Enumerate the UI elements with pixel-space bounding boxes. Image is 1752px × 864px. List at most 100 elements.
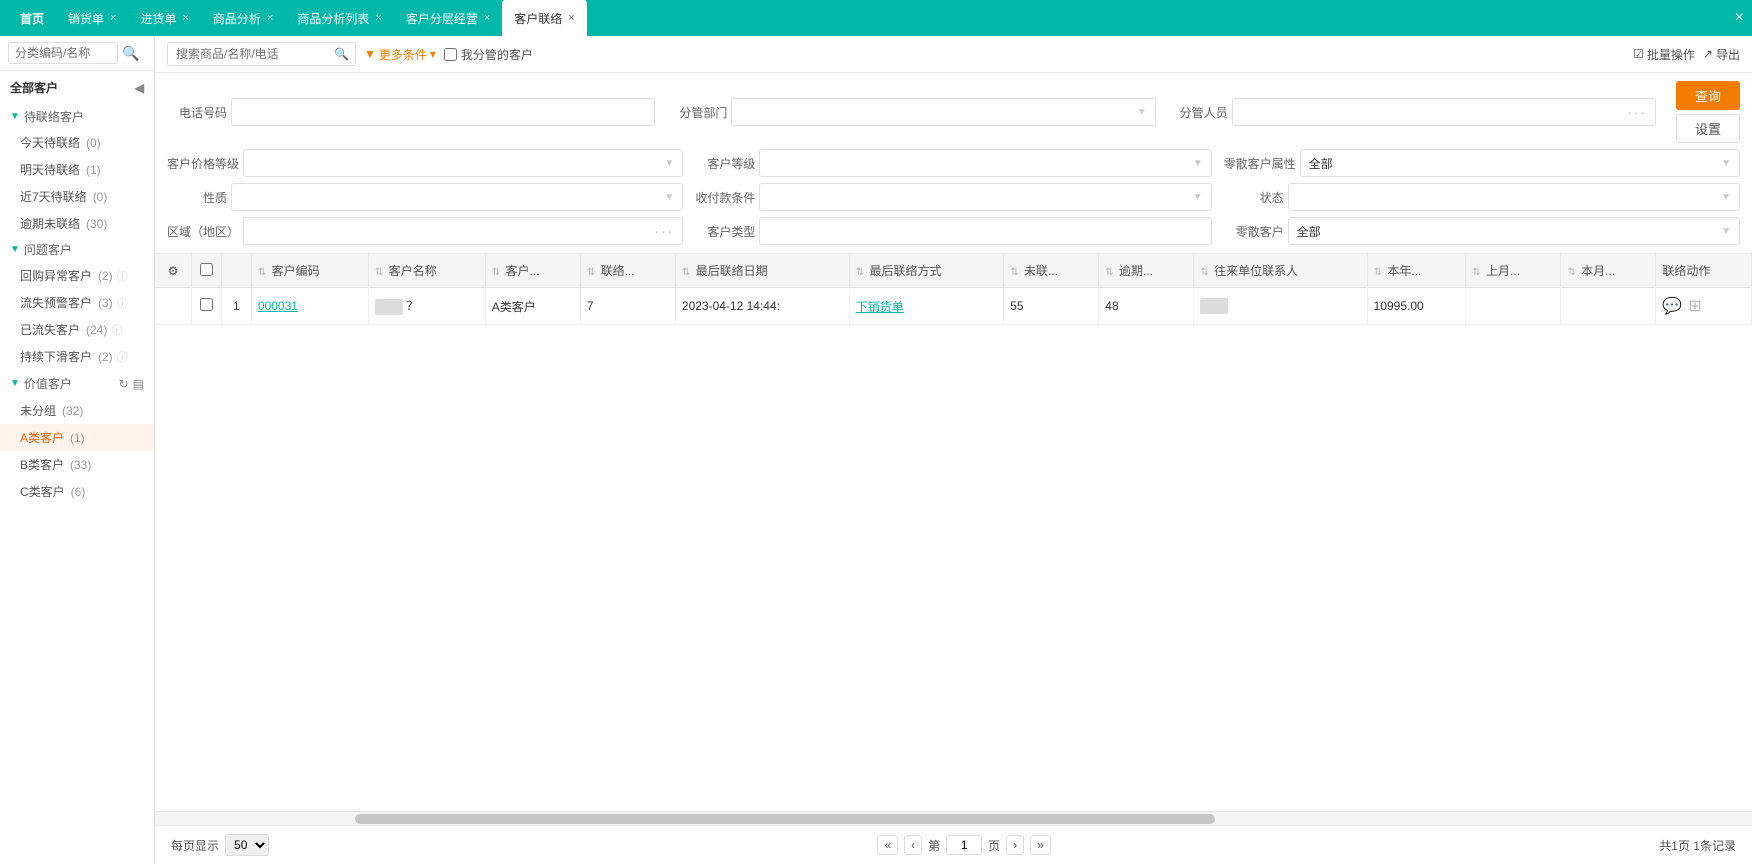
sidebar-item-churned[interactable]: 已流失客户 (24) ⓘ	[0, 316, 154, 343]
col-this-month-label: 本月...	[1581, 264, 1615, 278]
home-tab-label: 首页	[20, 10, 44, 27]
sidebar-item-a-class[interactable]: A类客户 (1)	[0, 424, 154, 451]
value-customers-group[interactable]: ▼ 价值客户 ↻ ▤	[0, 370, 154, 397]
col-year-amount-label: 本年...	[1387, 264, 1421, 278]
col-settings[interactable]: ⚙	[155, 254, 191, 288]
row-num-cell: 1	[221, 288, 251, 325]
sidebar-item-today[interactable]: 今天待联络 (0)	[0, 129, 154, 156]
c-class-count: (6)	[71, 485, 86, 499]
col-name: ⇅ 客户名称	[368, 254, 485, 288]
filter-search-input[interactable]	[168, 43, 328, 65]
row-code[interactable]: 000031	[258, 299, 298, 313]
analysis-tab-label: 商品分析	[213, 10, 261, 27]
per-page-select[interactable]: 50	[225, 834, 269, 856]
filter-search-icon[interactable]: 🔍	[328, 43, 355, 65]
value-refresh-icon[interactable]: ↻	[119, 377, 129, 391]
row-actions: 💬 ⊞	[1662, 296, 1745, 316]
dept-input[interactable]: ▼	[731, 98, 1155, 126]
close-analysis-icon[interactable]: ×	[267, 12, 273, 24]
region-input[interactable]: ···	[243, 217, 683, 245]
row-last-method[interactable]: 下销货单	[856, 300, 904, 314]
price-level-input[interactable]: ▼	[243, 149, 683, 177]
nav-tab-analysis[interactable]: 商品分析 ×	[201, 0, 285, 36]
query-button[interactable]: 查询	[1676, 81, 1740, 110]
nav-tab-sales[interactable]: 销货单 ×	[56, 0, 128, 36]
churn-warning-count: (3)	[98, 296, 113, 310]
row-last-date-cell: 2023-04-12 14:44:	[675, 288, 849, 325]
first-page-btn[interactable]: «	[877, 835, 898, 855]
phone-input[interactable]	[231, 98, 655, 126]
filter-bar: 🔍 ▼ 更多条件 ▾ 我分管的客户 ☑ 批量操作 ↗ 导出	[155, 36, 1752, 73]
sidebar-search-input[interactable]	[8, 42, 118, 64]
sidebar-item-overdue[interactable]: 逾期未联络 (30)	[0, 210, 154, 237]
select-all-checkbox[interactable]	[200, 263, 213, 276]
last-page-btn[interactable]: »	[1030, 835, 1051, 855]
filter-search-box: 🔍	[167, 42, 356, 66]
close-sales-icon[interactable]: ×	[110, 12, 116, 24]
export-btn[interactable]: ↗ 导出	[1703, 46, 1740, 63]
sidebar: 🔍 全部客户 ◀ ▼ 待联络客户 今天待联络 (0) 明天待联络 (1) 近7天…	[0, 36, 155, 864]
customer-type-input[interactable]	[759, 217, 1211, 245]
nav-tab-purchase[interactable]: 进货单 ×	[128, 0, 200, 36]
sidebar-collapse-icon[interactable]: ◀	[135, 81, 144, 95]
value-group-actions[interactable]: ↻ ▤	[119, 377, 144, 391]
pending-contact-label: 待联络客户	[24, 108, 84, 125]
close-all-icon[interactable]: ×	[1735, 9, 1744, 27]
sidebar-item-ungrouped[interactable]: 未分组 (32)	[0, 397, 154, 424]
value-settings-icon[interactable]: ▤	[133, 377, 144, 391]
payment-label: 收付款条件	[695, 189, 755, 206]
nav-tab-customer-seg[interactable]: 客户分层经营 ×	[394, 0, 502, 36]
export-icon: ↗	[1703, 47, 1713, 61]
problem-customers-group[interactable]: ▼ 问题客户	[0, 237, 154, 262]
declining-count: (2)	[98, 350, 113, 364]
sidebar-item-7days[interactable]: 近7天待联络 (0)	[0, 183, 154, 210]
settings-button[interactable]: 设置	[1676, 114, 1740, 143]
row-link-icon[interactable]: ⊞	[1688, 296, 1701, 316]
close-customer-contact-icon[interactable]: ×	[568, 12, 574, 24]
my-customers-checkbox[interactable]	[444, 48, 457, 61]
customer-level-input[interactable]: ▼	[759, 149, 1211, 177]
field-phone: 电话号码	[167, 98, 655, 126]
churn-warning-info-icon[interactable]: ⓘ	[117, 295, 128, 311]
next-page-btn[interactable]: ›	[1006, 835, 1024, 855]
declining-info-icon[interactable]: ⓘ	[117, 349, 128, 365]
col-action-label: 联络动作	[1662, 264, 1710, 278]
row-chat-icon[interactable]: 💬	[1662, 296, 1682, 316]
staff-label: 分管人员	[1168, 104, 1228, 121]
pagination-bar: 每页显示 50 « ‹ 第 页 › » 共1页 1条记录	[155, 825, 1752, 864]
sidebar-item-churn-warning[interactable]: 流失预警客户 (3) ⓘ	[0, 289, 154, 316]
sidebar-item-tomorrow[interactable]: 明天待联络 (1)	[0, 156, 154, 183]
row-checkbox[interactable]	[200, 298, 213, 311]
sidebar-item-abnormal[interactable]: 回购异常客户 (2) ⓘ	[0, 262, 154, 289]
nature-input[interactable]: ▼	[231, 183, 683, 211]
close-purchase-icon[interactable]: ×	[182, 12, 188, 24]
close-customer-seg-icon[interactable]: ×	[484, 12, 490, 24]
sidebar-item-declining[interactable]: 持续下滑客户 (2) ⓘ	[0, 343, 154, 370]
abnormal-info-icon[interactable]: ⓘ	[117, 268, 128, 284]
sidebar-item-c-class[interactable]: C类客户 (6)	[0, 478, 154, 505]
close-analysis-list-icon[interactable]: ×	[375, 12, 381, 24]
more-filter-btn[interactable]: ▼ 更多条件 ▾	[364, 46, 436, 63]
nav-tab-analysis-list[interactable]: 商品分析列表 ×	[285, 0, 393, 36]
sidebar-search-icon[interactable]: 🔍	[122, 45, 139, 62]
pending-contact-group[interactable]: ▼ 待联络客户	[0, 104, 154, 129]
region-label: 区域（地区）	[167, 223, 239, 240]
abnormal-label: 回购异常客户	[20, 267, 92, 284]
page-number-input[interactable]	[946, 835, 982, 855]
nav-tab-customer-contact[interactable]: 客户联络 ×	[502, 0, 586, 36]
overdue-label: 逾期未联络	[20, 215, 80, 232]
my-customers-checkbox-area: 我分管的客户	[444, 46, 533, 63]
horizontal-scrollbar[interactable]	[155, 811, 1752, 825]
horizontal-scrollbar-thumb[interactable]	[355, 814, 1215, 824]
sidebar-item-b-class[interactable]: B类客户 (33)	[0, 451, 154, 478]
prev-page-btn[interactable]: ‹	[904, 835, 922, 855]
status-input[interactable]: ▼	[1288, 183, 1740, 211]
churned-info-icon[interactable]: ⓘ	[111, 322, 122, 338]
batch-op-btn[interactable]: ☑ 批量操作	[1633, 46, 1695, 63]
staff-input[interactable]: ···	[1232, 98, 1656, 126]
retail-attr-input[interactable]: 全部 ▼	[1300, 149, 1740, 177]
nav-tab-home[interactable]: 首页	[8, 0, 56, 36]
payment-input[interactable]: ▼	[759, 183, 1211, 211]
retail-input[interactable]: 全部 ▼	[1288, 217, 1740, 245]
row-no-contact: 55	[1010, 299, 1023, 313]
